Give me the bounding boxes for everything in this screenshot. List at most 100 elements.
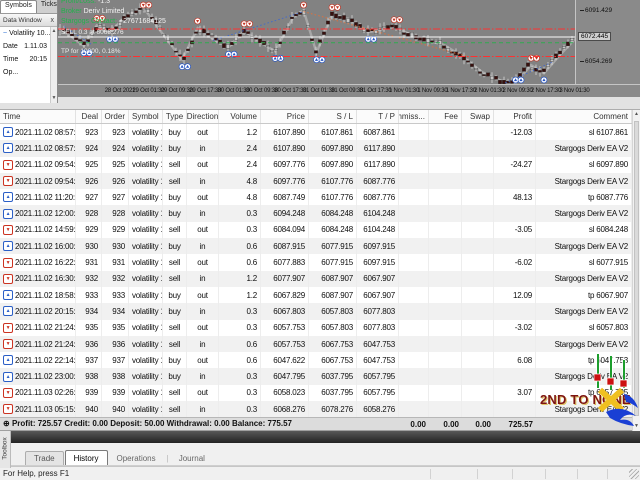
table-row[interactable]: ▼2021.11.02 09:54:04926926volatility 1..… xyxy=(0,172,640,190)
column-header-fee[interactable]: Fee xyxy=(429,110,462,123)
contact-value: +27671684125 xyxy=(118,18,166,25)
column-header-time[interactable]: Time xyxy=(0,110,76,123)
table-row[interactable]: ▲2021.11.02 18:58:46933933volatility 1..… xyxy=(0,286,640,304)
cell-commission xyxy=(399,319,429,336)
field-label: Op... xyxy=(3,69,19,76)
cell-volume: 1.2 xyxy=(219,270,261,287)
cell-commission xyxy=(399,189,429,206)
table-row[interactable]: ▼2021.11.02 16:30:00932932volatility 1..… xyxy=(0,270,640,287)
cell-price: 6068.276 xyxy=(261,401,309,418)
cell-fee xyxy=(429,140,462,157)
close-icon[interactable]: x xyxy=(51,17,55,24)
scroll-up-icon[interactable]: ▲ xyxy=(633,110,640,119)
table-row[interactable]: ▲2021.11.02 08:57:18923923volatility 1..… xyxy=(0,124,640,141)
cell-volume: 0.3 xyxy=(219,205,261,222)
buy-deal-icon: ▲ xyxy=(3,241,13,252)
column-header-deal[interactable]: Deal xyxy=(76,110,102,123)
price-chart[interactable]: Profit/Loss: -1.3 Broker Deriv Limited S… xyxy=(58,0,575,84)
tab-separator: | xyxy=(166,454,169,463)
cell-deal: 937 xyxy=(76,352,102,369)
statusbar-separator xyxy=(512,469,513,479)
tab-trade[interactable]: Trade xyxy=(25,451,64,465)
table-row[interactable]: ▼2021.11.02 16:22:48931931volatility 1..… xyxy=(0,254,640,271)
tab-symbols[interactable]: Symbols xyxy=(0,0,37,13)
field-value: 20:15 xyxy=(29,56,47,63)
tab-journal[interactable]: Journal xyxy=(171,452,213,465)
sell-position-label: SELL 0.3 at 6068.276 xyxy=(61,29,124,36)
cell-time: ▼2021.11.03 05:15:00 xyxy=(0,401,76,418)
cell-volume: 4.8 xyxy=(219,172,261,190)
table-row[interactable]: ▼2021.11.02 21:24:38935935volatility 1..… xyxy=(0,319,640,336)
table-row[interactable]: ▲2021.11.02 16:00:00930930volatility 1..… xyxy=(0,238,640,255)
data-window-scrollbar[interactable]: ▲ ▼ xyxy=(50,27,57,103)
column-header-sl[interactable]: S / L xyxy=(309,110,357,123)
table-row[interactable]: ▼2021.11.02 21:24:38936936volatility 1..… xyxy=(0,335,640,353)
cell-symbol: volatility 1... xyxy=(129,238,163,255)
cell-comment: Stargogs Deriv EA V2 xyxy=(536,172,632,190)
cell-direction: in xyxy=(187,205,219,222)
cell-symbol: volatility 1... xyxy=(129,156,163,173)
cell-type: buy xyxy=(163,303,187,320)
scrollbar-thumb[interactable] xyxy=(634,121,639,416)
table-row[interactable]: ▲2021.11.02 20:15:00934934volatility 1..… xyxy=(0,303,640,320)
price-axis[interactable]: 6091.429 6072.445 6054.269 xyxy=(575,0,640,84)
cell-comment: Stargogs Deriv EA V2 xyxy=(536,270,632,287)
cell-swap xyxy=(462,124,494,141)
column-header-price[interactable]: Price xyxy=(261,110,309,123)
cell-time: ▲2021.11.02 08:57:18 xyxy=(0,140,76,157)
sell-deal-icon: ▼ xyxy=(3,322,13,333)
table-row[interactable]: ▼2021.11.03 02:26:28939939volatility 1..… xyxy=(0,384,640,402)
column-header-type[interactable]: Type xyxy=(163,110,187,123)
toolbox-tabs-bar: Trade History Operations | Journal xyxy=(11,443,640,466)
table-row[interactable]: ▲2021.11.02 22:14:02937937volatility 1..… xyxy=(0,352,640,369)
table-row[interactable]: ▼2021.11.02 09:54:04925925volatility 1..… xyxy=(0,156,640,173)
cell-direction: in xyxy=(187,172,219,190)
column-header-swap[interactable]: Swap xyxy=(462,110,494,123)
cell-order: 924 xyxy=(102,140,129,157)
tab-history[interactable]: History xyxy=(64,450,108,465)
time-axis-label: 29 Oct 09:30 xyxy=(160,88,193,94)
scroll-down-icon[interactable]: ▼ xyxy=(633,422,640,431)
cell-swap xyxy=(462,384,494,402)
table-row[interactable]: ▼2021.11.02 14:59:24929929volatility 1..… xyxy=(0,221,640,239)
column-header-comment[interactable]: Comment xyxy=(536,110,632,123)
cell-price: 6094.248 xyxy=(261,205,309,222)
column-header-tp[interactable]: T / P xyxy=(357,110,399,123)
cell-profit xyxy=(494,205,536,222)
tab-ticks[interactable]: Ticks xyxy=(37,0,61,13)
tab-operations[interactable]: Operations xyxy=(109,452,164,465)
column-header-volume[interactable]: Volume xyxy=(219,110,261,123)
cell-deal: 923 xyxy=(76,124,102,141)
table-row[interactable]: ▲2021.11.02 11:20:12927927volatility 1..… xyxy=(0,189,640,206)
table-row[interactable]: ▲2021.11.02 12:00:00928928volatility 1..… xyxy=(0,205,640,222)
column-header-direction[interactable]: Direction xyxy=(187,110,219,123)
table-row[interactable]: ▲2021.11.02 08:57:18924924volatility 1..… xyxy=(0,140,640,157)
cell-order: 926 xyxy=(102,172,129,190)
cell-deal: 940 xyxy=(76,401,102,418)
statusbar-separator xyxy=(430,469,431,479)
cell-deal: 928 xyxy=(76,205,102,222)
column-header-symbol[interactable]: Symbol xyxy=(129,110,163,123)
cell-swap xyxy=(462,319,494,336)
cell-type: buy xyxy=(163,352,187,369)
cell-fee xyxy=(429,335,462,353)
time-axis[interactable]: 28 Oct 2021 29 Oct 01:30 29 Oct 09:30 29 Oc… xyxy=(58,84,640,97)
cell-tp: 6047.753 xyxy=(357,352,399,369)
column-header-order[interactable]: Order xyxy=(102,110,129,123)
scroll-down-icon[interactable]: ▼ xyxy=(51,95,57,102)
cell-price: 6084.094 xyxy=(261,221,309,239)
cell-time: ▲2021.11.02 20:15:00 xyxy=(0,303,76,320)
table-row[interactable]: ▲2021.11.02 23:00:00938938volatility 1..… xyxy=(0,368,640,385)
column-header-profit[interactable]: Profit xyxy=(494,110,536,123)
scroll-up-icon[interactable]: ▲ xyxy=(51,28,57,35)
column-header-commission[interactable]: Commiss... xyxy=(399,110,429,123)
cell-volume: 2.4 xyxy=(219,140,261,157)
table-row[interactable]: ▼2021.11.03 05:15:00940940volatility 1..… xyxy=(0,401,640,418)
resize-grip-icon[interactable] xyxy=(629,469,639,479)
table-scrollbar[interactable]: ▲ ▼ xyxy=(632,110,640,431)
cell-tp: 6067.907 xyxy=(357,286,399,304)
cell-swap xyxy=(462,352,494,369)
instrument-row[interactable]: ~ Volatility 10... xyxy=(0,27,57,40)
time-axis-label: 2 Nov 17:30 xyxy=(530,88,562,94)
toolbox-caption: Toolbox xyxy=(0,431,11,468)
